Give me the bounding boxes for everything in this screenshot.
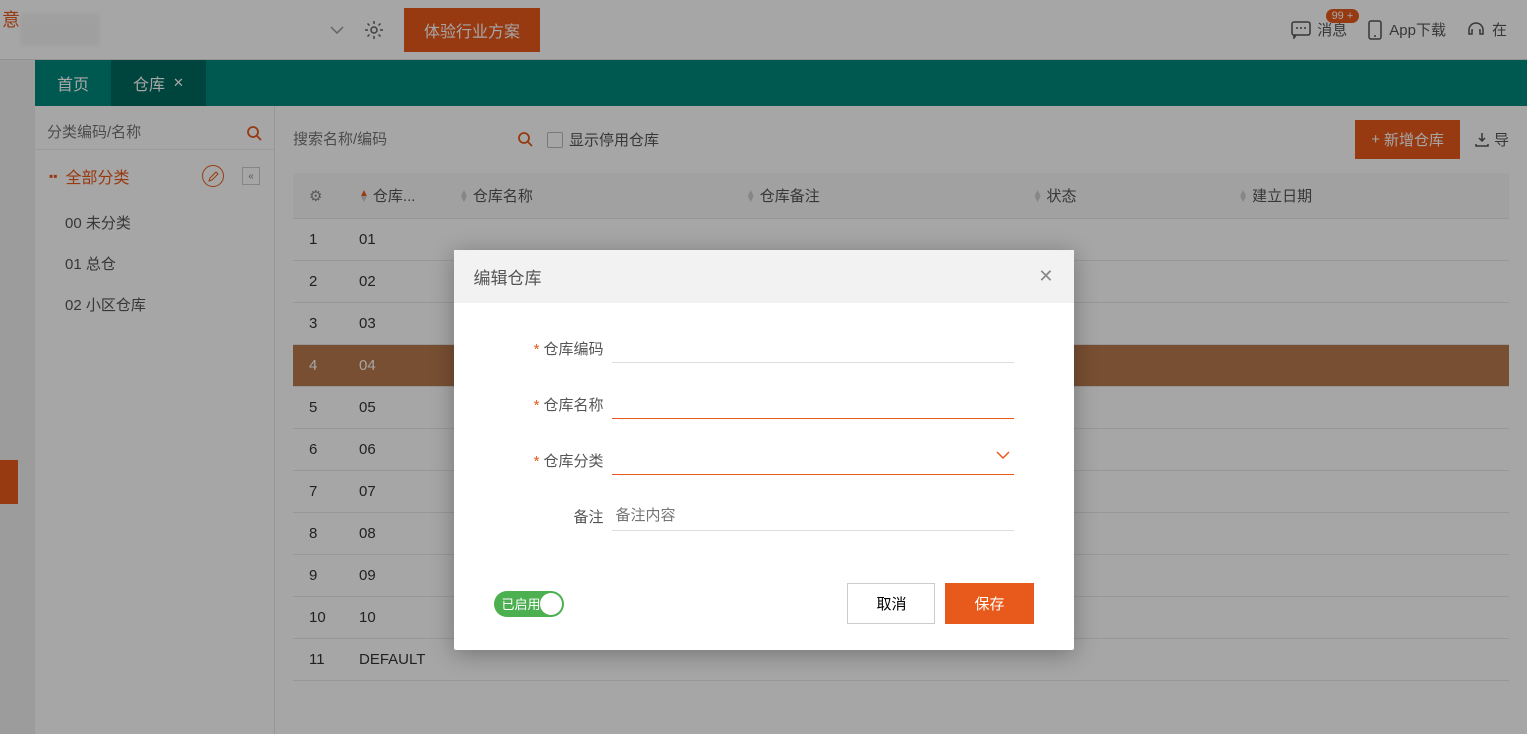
edit-warehouse-modal: 编辑仓库 ✕ *仓库编码 *仓库名称 *仓库分类 — [454, 250, 1074, 650]
close-icon[interactable]: ✕ — [1038, 266, 1053, 287]
name-label: *仓库名称 — [514, 394, 604, 415]
enabled-label: 已启用 — [502, 594, 541, 613]
warehouse-code-input[interactable] — [612, 333, 1014, 363]
toggle-knob — [540, 593, 562, 615]
modal-header: 编辑仓库 ✕ — [454, 250, 1074, 303]
chevron-down-icon[interactable] — [996, 451, 1010, 459]
remark-label: 备注 — [514, 506, 604, 527]
enabled-toggle[interactable]: 已启用 — [494, 591, 564, 617]
modal-overlay: 编辑仓库 ✕ *仓库编码 *仓库名称 *仓库分类 — [0, 0, 1527, 734]
warehouse-name-input[interactable] — [612, 389, 1014, 419]
save-button[interactable]: 保存 — [945, 583, 1033, 624]
code-label: *仓库编码 — [514, 338, 604, 359]
modal-title: 编辑仓库 — [474, 264, 542, 289]
category-label: *仓库分类 — [514, 450, 604, 471]
cancel-button[interactable]: 取消 — [847, 583, 935, 624]
warehouse-remark-input[interactable] — [612, 501, 1014, 531]
warehouse-category-select[interactable] — [612, 445, 1014, 475]
